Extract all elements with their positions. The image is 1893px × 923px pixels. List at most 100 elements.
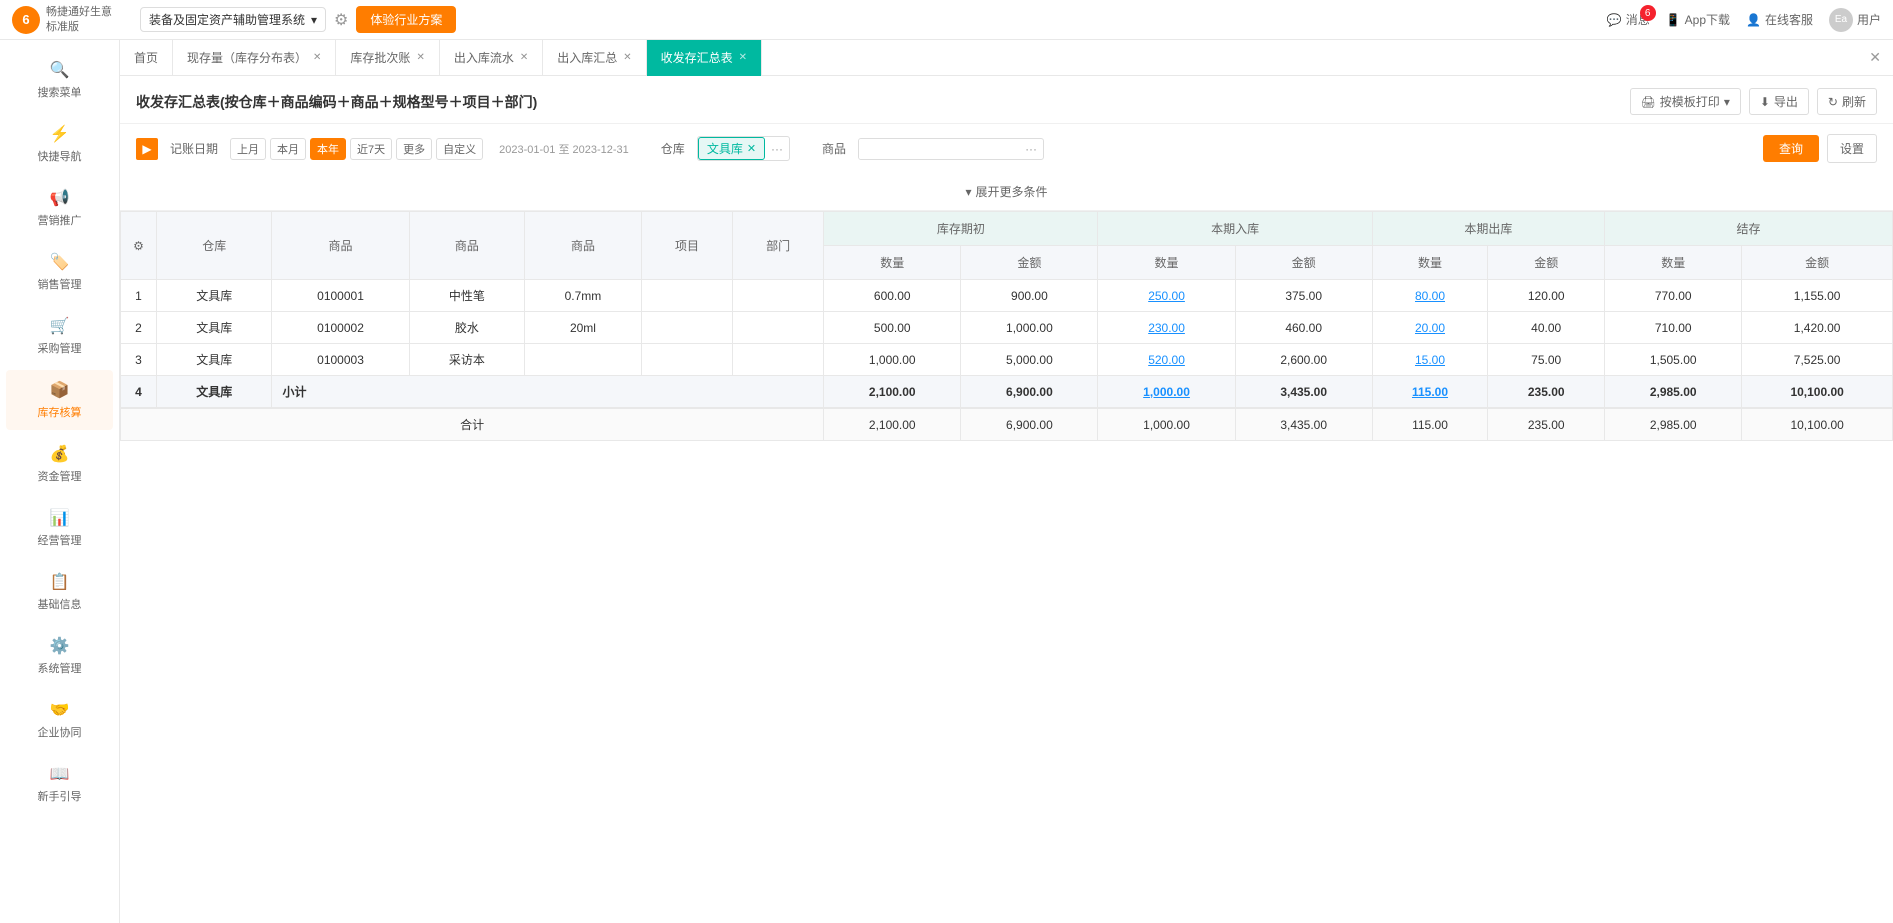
sidebar-item-search[interactable]: 🔍 搜索菜单 — [6, 50, 113, 110]
row-dept — [733, 312, 824, 344]
service-icon: 👤 — [1746, 13, 1761, 27]
tab-close-active-icon[interactable]: ✕ — [739, 52, 747, 63]
row-close-qty: 1,505.00 — [1605, 344, 1742, 376]
row-in-amt: 460.00 — [1235, 312, 1372, 344]
date-last-month[interactable]: 上月 — [230, 138, 266, 160]
sidebar-item-operation[interactable]: 📊 经营管理 — [6, 498, 113, 558]
sidebar-item-marketing[interactable]: 📢 营销推广 — [6, 178, 113, 238]
warehouse-tag: 文具库 ✕ — [698, 137, 765, 160]
app-download-button[interactable]: 📱 App下载 — [1666, 11, 1730, 28]
subtotal-out-qty[interactable]: 115.00 — [1372, 376, 1488, 409]
th-in-amt: 金额 — [1235, 246, 1372, 280]
page-actions: 🖨 按模板打印 ▾ ⬇ 导出 ↻ 刷新 — [1630, 88, 1877, 115]
logo-area: 6 畅捷通好生意 标准版 — [12, 5, 132, 34]
sidebar-item-label: 经营管理 — [38, 532, 82, 548]
top-bar: 6 畅捷通好生意 标准版 装备及固定资产辅助管理系统 ▾ ⚙ 体验行业方案 💬 … — [0, 0, 1893, 40]
date-custom[interactable]: 自定义 — [436, 138, 483, 160]
total-out-amt: 235.00 — [1488, 408, 1605, 441]
user-menu[interactable]: Ea 用户 — [1829, 8, 1881, 32]
sidebar: 🔍 搜索菜单 ⚡ 快捷导航 📢 营销推广 🏷️ 销售管理 🛒 采购管理 📦 库存… — [0, 40, 120, 923]
sidebar-item-system[interactable]: ⚙️ 系统管理 — [6, 626, 113, 686]
tab-in-out-flow[interactable]: 出入库流水 ✕ — [440, 40, 543, 76]
row-out-qty[interactable]: 80.00 — [1372, 280, 1488, 312]
main-layout: 🔍 搜索菜单 ⚡ 快捷导航 📢 营销推广 🏷️ 销售管理 🛒 采购管理 📦 库存… — [0, 40, 1893, 923]
sidebar-item-purchase[interactable]: 🛒 采购管理 — [6, 306, 113, 366]
trial-button[interactable]: 体验行业方案 — [356, 6, 456, 33]
sidebar-item-label: 资金管理 — [38, 468, 82, 484]
filter-toggle-button[interactable]: ▶ — [136, 138, 158, 160]
sidebar-item-guide[interactable]: 📖 新手引导 — [6, 754, 113, 814]
sidebar-item-basic[interactable]: 📋 基础信息 — [6, 562, 113, 622]
row-open-qty: 500.00 — [824, 312, 961, 344]
warehouse-input-group[interactable]: 文具库 ✕ ··· — [697, 136, 790, 161]
row-spec: 0.7mm — [525, 280, 642, 312]
settings-icon[interactable]: ⚙ — [133, 239, 144, 253]
th-opening-group: 库存期初 — [824, 212, 1098, 246]
tab-batch-ledger[interactable]: 库存批次账 ✕ — [336, 40, 439, 76]
tab-home[interactable]: 首页 — [120, 40, 173, 76]
th-close-qty: 数量 — [1605, 246, 1742, 280]
date-this-year[interactable]: 本年 — [310, 138, 346, 160]
subtotal-out-amt: 235.00 — [1488, 376, 1605, 409]
system-name[interactable]: 装备及固定资产辅助管理系统 ▾ — [140, 7, 326, 32]
subtotal-label: 小计 — [272, 376, 824, 409]
tab-close-icon[interactable]: ✕ — [520, 52, 528, 63]
subtotal-in-qty[interactable]: 1,000.00 — [1098, 376, 1235, 409]
warehouse-more-button[interactable]: ··· — [765, 142, 789, 156]
tab-close-icon[interactable]: ✕ — [416, 52, 424, 63]
sidebar-item-label: 快捷导航 — [38, 148, 82, 164]
th-closing-group: 结存 — [1605, 212, 1893, 246]
online-service-button[interactable]: 👤 在线客服 — [1746, 11, 1813, 28]
goods-more-button[interactable]: ··· — [1019, 142, 1043, 156]
row-project — [641, 280, 732, 312]
row-in-qty[interactable]: 520.00 — [1098, 344, 1235, 376]
sidebar-item-quick-nav[interactable]: ⚡ 快捷导航 — [6, 114, 113, 174]
query-button[interactable]: 查询 — [1763, 135, 1819, 162]
tab-bar-close-button[interactable]: ✕ — [1857, 49, 1893, 66]
tab-collect-summary[interactable]: 收发存汇总表 ✕ — [647, 40, 762, 76]
row-close-qty: 710.00 — [1605, 312, 1742, 344]
message-button[interactable]: 💬 消息 6 — [1607, 11, 1650, 28]
date-last-7days[interactable]: 近7天 — [350, 138, 392, 160]
tab-close-icon[interactable]: ✕ — [313, 52, 321, 63]
tab-bar: 首页 现存量（库存分布表） ✕ 库存批次账 ✕ 出入库流水 ✕ 出入库汇总 ✕ … — [120, 40, 1893, 76]
table-wrapper: ⚙ 仓库 商品 商品 商品 项目 部门 库存期初 本期入库 本期出库 结存 — [120, 211, 1893, 923]
row-in-qty[interactable]: 230.00 — [1098, 312, 1235, 344]
sidebar-item-sales[interactable]: 🏷️ 销售管理 — [6, 242, 113, 302]
sidebar-item-enterprise[interactable]: 🤝 企业协同 — [6, 690, 113, 750]
export-button[interactable]: ⬇ 导出 — [1749, 88, 1809, 115]
filter-bar: ▶ 记账日期 上月 本月 本年 近7天 更多 自定义 2023-01-01 至 … — [120, 124, 1893, 211]
row-out-qty[interactable]: 20.00 — [1372, 312, 1488, 344]
row-in-amt: 375.00 — [1235, 280, 1372, 312]
goods-input[interactable] — [859, 139, 1019, 159]
date-this-month[interactable]: 本月 — [270, 138, 306, 160]
tab-in-out-summary[interactable]: 出入库汇总 ✕ — [543, 40, 646, 76]
goods-input-group[interactable]: ··· — [858, 138, 1044, 160]
date-more[interactable]: 更多 — [396, 138, 432, 160]
setting-button[interactable]: 设置 — [1827, 134, 1877, 163]
basic-icon: 📋 — [50, 572, 70, 592]
row-out-amt: 75.00 — [1488, 344, 1605, 376]
sidebar-item-finance[interactable]: 💰 资金管理 — [6, 434, 113, 494]
tab-inventory-dist[interactable]: 现存量（库存分布表） ✕ — [173, 40, 336, 76]
th-close-amt: 金额 — [1742, 246, 1893, 280]
print-button[interactable]: 🖨 按模板打印 ▾ — [1630, 88, 1741, 115]
sidebar-item-inventory[interactable]: 📦 库存核算 — [6, 370, 113, 430]
subtotal-open-amt: 6,900.00 — [961, 376, 1098, 409]
tab-close-icon[interactable]: ✕ — [623, 52, 631, 63]
subtotal-warehouse: 文具库 — [157, 376, 272, 409]
top-bar-right: 💬 消息 6 📱 App下载 👤 在线客服 Ea 用户 — [1607, 8, 1881, 32]
th-goods-name: 商品 — [409, 212, 524, 280]
total-close-amt: 10,100.00 — [1742, 408, 1893, 441]
th-out-amt: 金额 — [1488, 246, 1605, 280]
row-in-qty[interactable]: 250.00 — [1098, 280, 1235, 312]
dropdown-icon: ▾ — [311, 13, 317, 27]
gear-settings-icon[interactable]: ⚙ — [334, 10, 348, 30]
row-out-qty[interactable]: 15.00 — [1372, 344, 1488, 376]
total-label: 合计 — [121, 408, 824, 441]
warehouse-tag-close[interactable]: ✕ — [747, 142, 756, 155]
expand-conditions-button[interactable]: ▾ 展开更多条件 — [965, 183, 1047, 200]
row-in-amt: 2,600.00 — [1235, 344, 1372, 376]
refresh-button[interactable]: ↻ 刷新 — [1817, 88, 1877, 115]
row-code: 0100002 — [272, 312, 409, 344]
